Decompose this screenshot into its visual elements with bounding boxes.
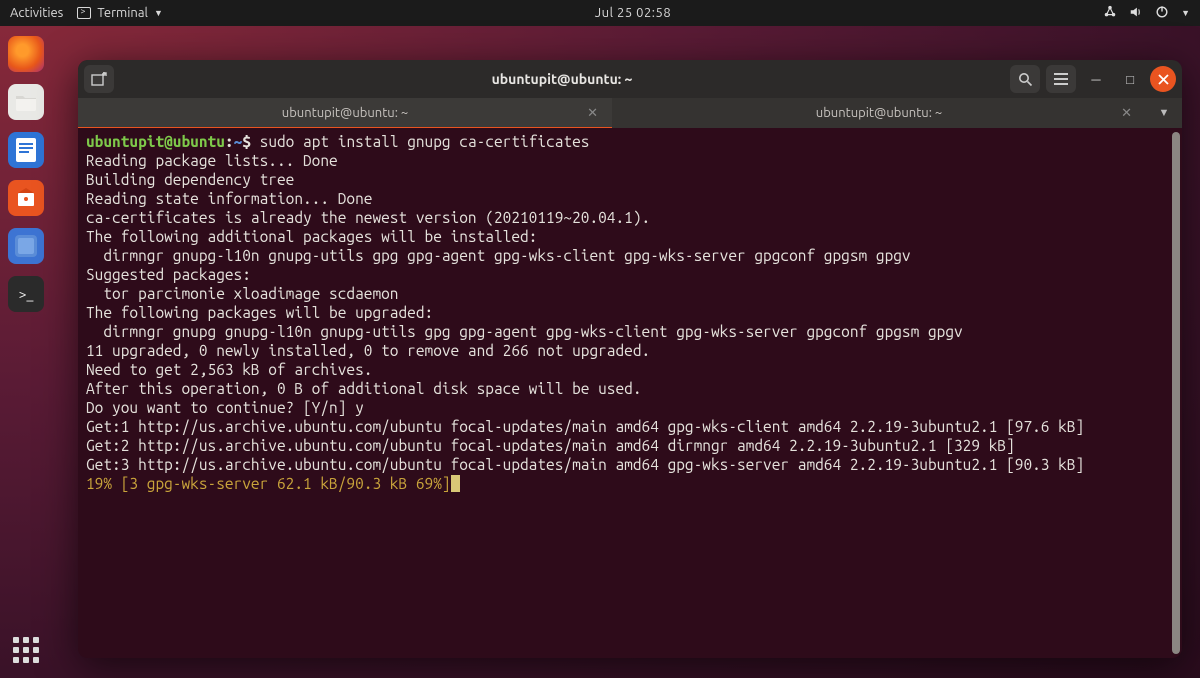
dock-item-software[interactable] xyxy=(8,180,44,216)
chevron-down-icon: ▼ xyxy=(154,8,163,18)
minimize-button[interactable]: ─ xyxy=(1082,66,1110,92)
close-tab-icon[interactable]: ✕ xyxy=(587,106,598,121)
dock-item-terminal[interactable]: >_ xyxy=(8,276,44,312)
terminal-tab-1[interactable]: ubuntupit@ubuntu: ~ ✕ xyxy=(78,98,612,128)
ubuntu-dock: >_ xyxy=(0,26,52,678)
search-button[interactable] xyxy=(1010,65,1040,93)
power-icon xyxy=(1155,5,1169,22)
window-titlebar: ubuntupit@ubuntu: ~ ─ □ xyxy=(78,60,1182,98)
chevron-down-icon: ▼ xyxy=(1181,8,1190,18)
system-status-area[interactable]: ▼ xyxy=(1103,5,1190,22)
terminal-tab-2[interactable]: ubuntupit@ubuntu: ~ ✕ xyxy=(612,98,1146,128)
gnome-top-panel: Activities Terminal ▼ Jul 25 02:58 ▼ xyxy=(0,0,1200,26)
tab-overflow-button[interactable]: ▼ xyxy=(1146,98,1182,128)
clock[interactable]: Jul 25 02:58 xyxy=(595,6,671,20)
show-applications-button[interactable] xyxy=(10,634,42,666)
window-title: ubuntupit@ubuntu: ~ xyxy=(122,71,1002,87)
new-tab-button[interactable] xyxy=(84,65,114,93)
terminal-icon xyxy=(77,7,91,19)
dock-item-firefox[interactable] xyxy=(8,36,44,72)
dock-item-help[interactable] xyxy=(8,228,44,264)
close-button[interactable] xyxy=(1150,66,1176,92)
scrollbar[interactable] xyxy=(1172,132,1180,654)
terminal-window: ubuntupit@ubuntu: ~ ─ □ ubuntupit@ubuntu… xyxy=(78,60,1182,658)
volume-icon xyxy=(1129,5,1143,22)
dock-item-files[interactable] xyxy=(8,84,44,120)
activities-button[interactable]: Activities xyxy=(10,6,63,20)
network-icon xyxy=(1103,5,1117,22)
tab-bar: ubuntupit@ubuntu: ~ ✕ ubuntupit@ubuntu: … xyxy=(78,98,1182,128)
dock-item-writer[interactable] xyxy=(8,132,44,168)
hamburger-menu-button[interactable] xyxy=(1046,65,1076,93)
maximize-button[interactable]: □ xyxy=(1116,66,1144,92)
app-menu[interactable]: Terminal ▼ xyxy=(77,6,163,20)
terminal-viewport[interactable]: ubuntupit@ubuntu:~$ sudo apt install gnu… xyxy=(78,128,1182,658)
tab-label: ubuntupit@ubuntu: ~ xyxy=(282,106,408,120)
tab-label: ubuntupit@ubuntu: ~ xyxy=(816,106,942,120)
close-tab-icon[interactable]: ✕ xyxy=(1121,106,1132,121)
app-menu-label: Terminal xyxy=(97,6,148,20)
